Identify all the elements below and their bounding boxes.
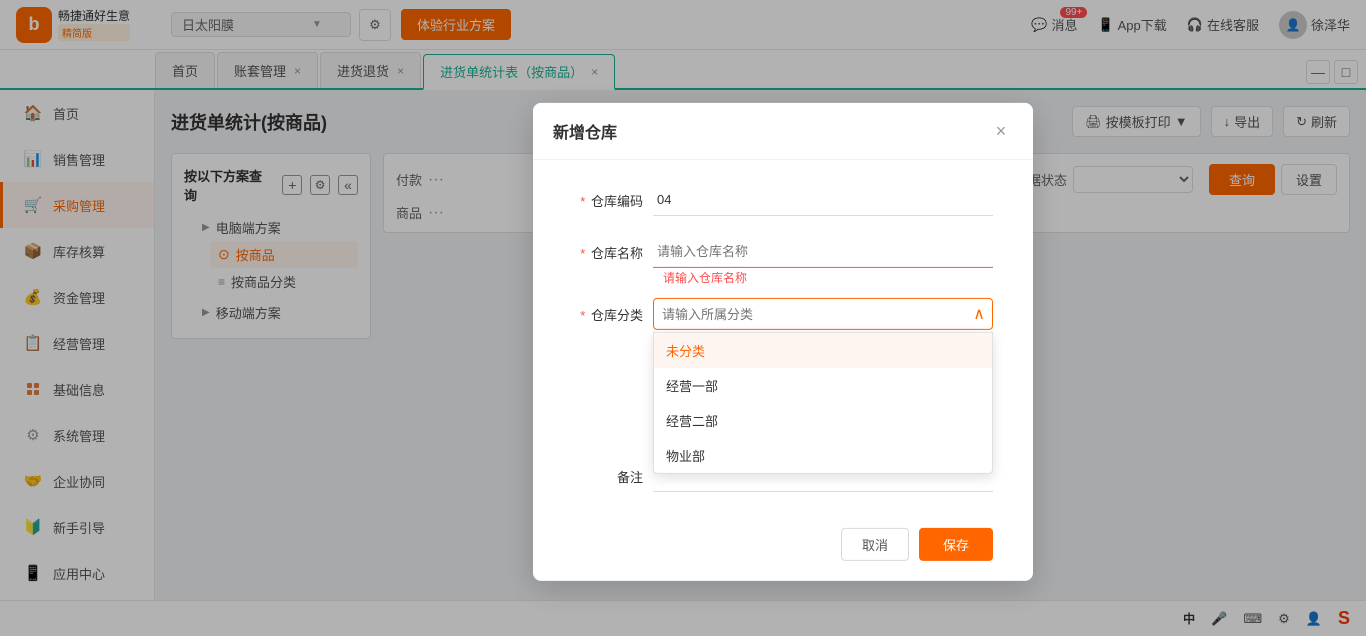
dropdown-item-dept3[interactable]: 物业部 xyxy=(654,438,992,473)
modal-footer: 取消 保存 xyxy=(533,512,1033,581)
category-select-wrapper: ∧ 未分类 经营一部 经营二部 物业部 xyxy=(653,298,993,330)
save-btn[interactable]: 保存 xyxy=(919,528,993,561)
category-dropdown: 未分类 经营一部 经营二部 物业部 xyxy=(653,332,993,474)
warehouse-category-label: * 仓库分类 xyxy=(573,304,653,323)
note-label: 备注 xyxy=(573,466,653,485)
modal-close-btn[interactable]: × xyxy=(989,119,1013,143)
dropdown-item-uncategorized[interactable]: 未分类 xyxy=(654,333,992,368)
modal-title: 新增仓库 xyxy=(553,119,617,143)
dropdown-item-dept1[interactable]: 经营一部 xyxy=(654,368,992,403)
cancel-btn[interactable]: 取消 xyxy=(841,528,909,561)
warehouse-name-input[interactable] xyxy=(653,236,993,268)
modal-body: * 仓库编码 * 仓库名称 请输入仓库名称 * 仓库分类 ∧ xyxy=(533,160,1033,492)
add-warehouse-modal: 新增仓库 × * 仓库编码 * 仓库名称 请输入仓库名称 * 仓库分类 xyxy=(533,103,1033,581)
category-select-input[interactable] xyxy=(653,298,993,330)
modal-header: 新增仓库 × xyxy=(533,103,1033,160)
warehouse-category-row: * 仓库分类 ∧ 未分类 经营一部 经营二部 物业部 xyxy=(573,298,993,330)
warehouse-code-input[interactable] xyxy=(653,184,993,216)
warehouse-name-label: * 仓库名称 xyxy=(573,242,653,261)
warehouse-name-row: * 仓库名称 请输入仓库名称 xyxy=(573,236,993,268)
warehouse-code-label: * 仓库编码 xyxy=(573,190,653,209)
warehouse-name-error: 请输入仓库名称 xyxy=(663,269,747,286)
dropdown-item-dept2[interactable]: 经营二部 xyxy=(654,403,992,438)
warehouse-code-row: * 仓库编码 xyxy=(573,184,993,216)
